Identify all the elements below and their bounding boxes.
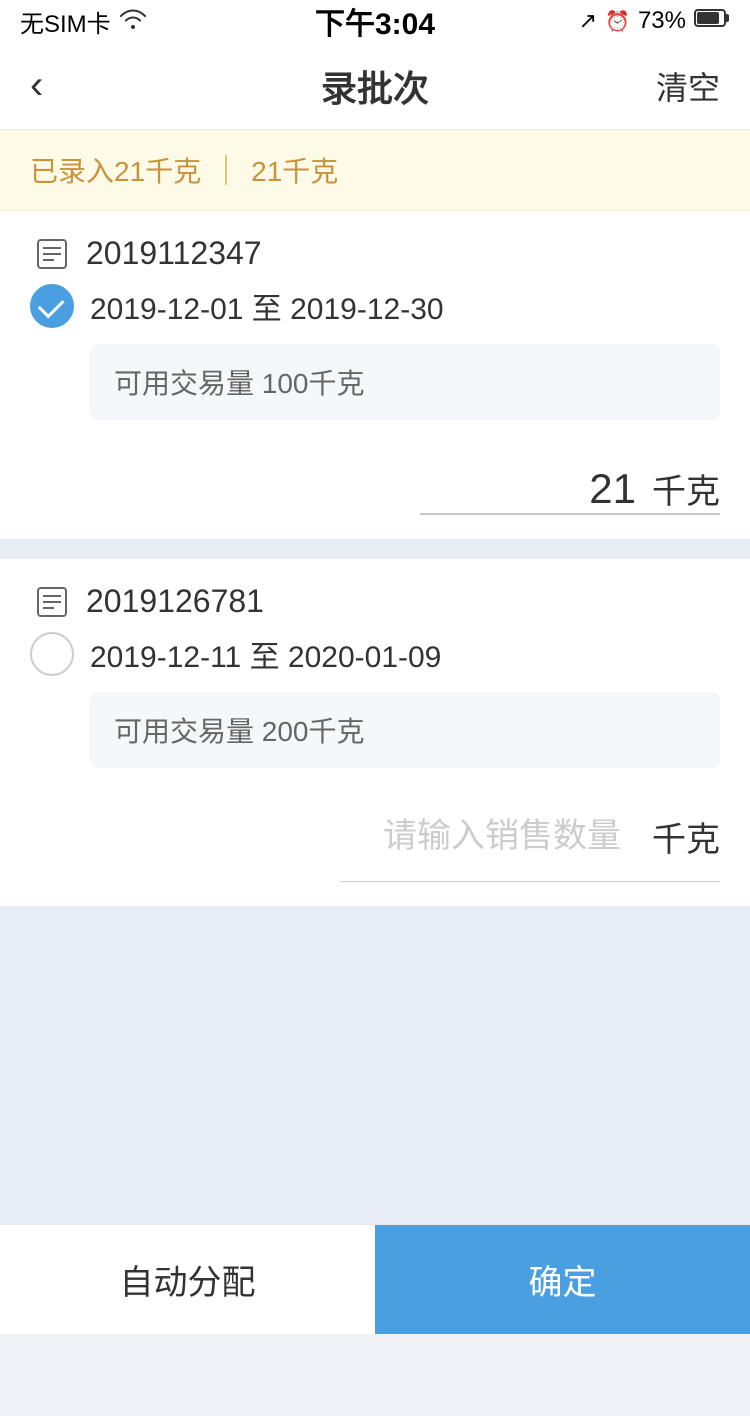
recorded-label: 已录入21千克: [30, 150, 201, 190]
summary-divider: [225, 155, 227, 185]
status-time: 下午3:04: [315, 0, 435, 43]
batch1-avail: 可用交易量 100千克: [90, 344, 720, 420]
status-right: ↗ ⏰ 73%: [579, 7, 730, 35]
batch2-underline: [340, 881, 720, 882]
batch2-radio[interactable]: [30, 632, 74, 676]
confirm-button[interactable]: 确定: [375, 1225, 750, 1334]
status-bar: 无SIM卡 下午3:04 ↗ ⏰ 73%: [0, 0, 750, 42]
batch2-qty-input[interactable]: [336, 817, 636, 856]
wifi-icon: [119, 7, 147, 36]
nav-bar: ‹ 录批次 清空: [0, 42, 750, 130]
batch2-card: 2019126781 2019-12-11 至 2020-01-09 可用交易量…: [0, 559, 750, 906]
batch2-id: 2019126781: [86, 583, 264, 620]
batch2-inner: 2019126781 2019-12-11 至 2020-01-09 可用交易量…: [0, 559, 750, 792]
batch2-unit: 千克: [652, 812, 720, 861]
summary-amount: 21千克: [251, 150, 338, 190]
bottom-bar: 自动分配 确定: [0, 1224, 750, 1334]
batch1-underline: [420, 513, 720, 515]
back-button[interactable]: ‹: [30, 63, 43, 108]
batch1-id: 2019112347: [86, 235, 262, 272]
batch1-radio[interactable]: [30, 284, 74, 328]
batch2-header: 2019126781: [30, 583, 720, 620]
location-icon: ↗: [579, 8, 597, 34]
batch1-quantity: 21: [589, 465, 636, 513]
batch2-underline-wrapper: [0, 881, 750, 906]
batch1-date-row[interactable]: 2019-12-01 至 2019-12-30: [30, 284, 720, 328]
alarm-icon: ⏰: [605, 9, 630, 34]
batch1-qty-line: [0, 513, 750, 539]
summary-bar: 已录入21千克 21千克: [0, 130, 750, 211]
page-title: 录批次: [321, 60, 429, 112]
status-left: 无SIM卡: [20, 4, 147, 39]
batch1-unit: 千克: [652, 464, 720, 513]
batch1-date: 2019-12-01 至 2019-12-30: [90, 284, 444, 328]
batch2-date-row[interactable]: 2019-12-11 至 2020-01-09: [30, 632, 720, 676]
batch1-card: 2019112347 2019-12-01 至 2019-12-30 可用交易量…: [0, 211, 750, 444]
batch2-avail: 可用交易量 200千克: [90, 692, 720, 768]
batch1-icon: [30, 236, 74, 272]
batch1-qty-row: 21 千克: [0, 444, 750, 513]
auto-distribute-button[interactable]: 自动分配: [0, 1225, 375, 1334]
battery-icon: [694, 7, 730, 35]
battery-percent: 73%: [638, 7, 686, 35]
sim-text: 无SIM卡: [20, 4, 111, 39]
batch2-icon: [30, 584, 74, 620]
batch1-header: 2019112347: [30, 235, 720, 272]
batch2-input-row: 千克: [0, 792, 750, 881]
clear-button[interactable]: 清空: [656, 63, 720, 109]
batch2-date: 2019-12-11 至 2020-01-09: [90, 632, 441, 676]
section-divider: [0, 539, 750, 559]
